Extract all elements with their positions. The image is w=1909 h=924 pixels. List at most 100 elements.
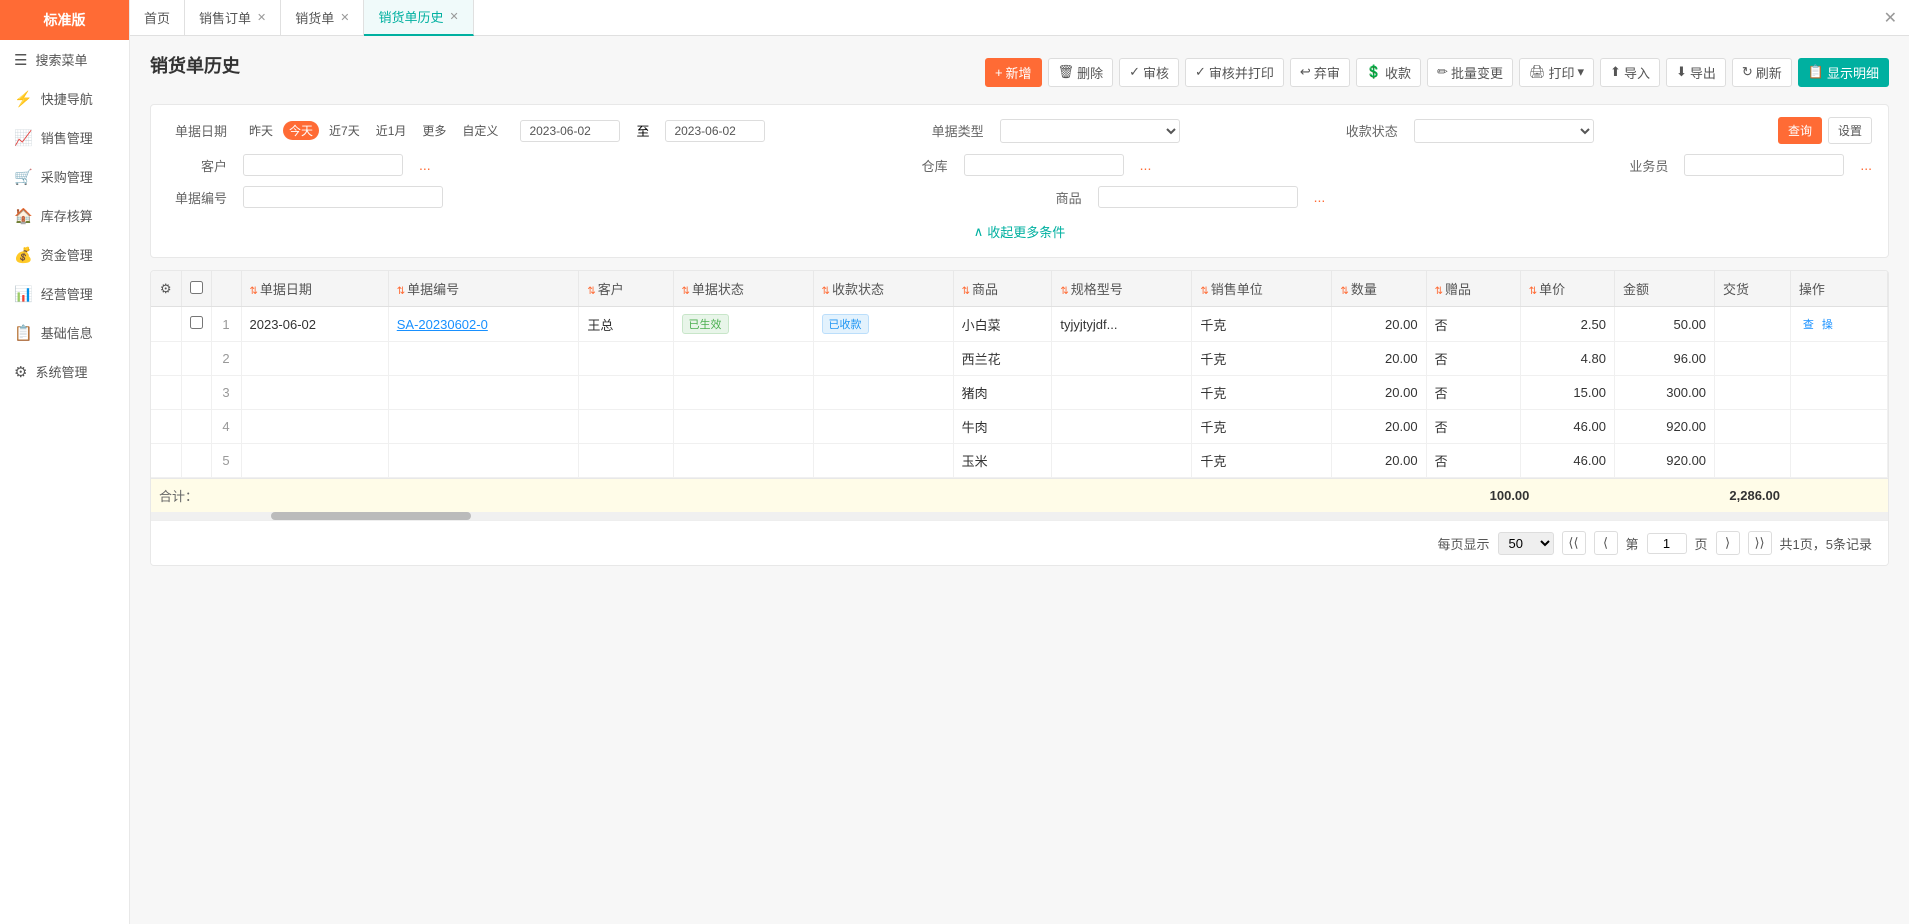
- export-button[interactable]: ⬇ 导出: [1666, 58, 1726, 87]
- tab-sales-goods[interactable]: 销货单 ✕: [281, 0, 364, 36]
- cell-doc-no: SA-20230602-0: [388, 307, 579, 342]
- shortcut-1month[interactable]: 近1月: [370, 121, 413, 140]
- cell-unit: 千克: [1192, 342, 1332, 376]
- cell-amount: 300.00: [1614, 376, 1714, 410]
- cell-spec: [1052, 342, 1192, 376]
- shortcut-custom[interactable]: 自定义: [456, 121, 504, 140]
- cell-goods: 玉米: [953, 444, 1052, 478]
- scrollbar-thumb[interactable]: [271, 512, 471, 520]
- doc-type-select[interactable]: [1000, 119, 1180, 143]
- import-icon: ⬆: [1610, 64, 1621, 80]
- next-page-btn[interactable]: ⟩: [1716, 531, 1740, 555]
- sidebar-item-quick-nav[interactable]: ⚡ 快捷导航: [0, 79, 129, 118]
- settings-button[interactable]: 设置: [1828, 117, 1872, 144]
- abandon-button[interactable]: ↩ 弃审: [1290, 58, 1350, 87]
- doc-type-label: 单据类型: [924, 121, 984, 140]
- cell-checkbox: [181, 444, 211, 478]
- th-doc-no[interactable]: ⇅单据编号: [388, 271, 579, 307]
- tab-sales-order[interactable]: 销售订单 ✕: [185, 0, 281, 36]
- sidebar-logo: 标准版: [0, 0, 129, 40]
- row-checkbox[interactable]: [190, 316, 203, 329]
- shortcut-7days[interactable]: 近7天: [323, 121, 366, 140]
- sidebar-item-sales-mgmt[interactable]: 📈 销售管理: [0, 118, 129, 157]
- cell-doc-status: [673, 376, 813, 410]
- tab-bar-close[interactable]: ✕: [1872, 8, 1909, 28]
- sidebar-item-ops-mgmt[interactable]: 📊 经营管理: [0, 274, 129, 313]
- batch-change-label: 批量变更: [1451, 63, 1503, 82]
- th-unit[interactable]: ⇅销售单位: [1192, 271, 1332, 307]
- add-icon: +: [995, 65, 1003, 80]
- cell-payment-status: [813, 376, 953, 410]
- date-to-input[interactable]: [665, 120, 765, 142]
- cell-no: 2: [211, 342, 241, 376]
- view-action[interactable]: 查: [1799, 318, 1818, 332]
- shortcut-today[interactable]: 今天: [283, 121, 319, 140]
- shortcut-more[interactable]: 更多: [416, 121, 452, 140]
- sidebar-item-inventory[interactable]: 🏠 库存核算: [0, 196, 129, 235]
- th-amount[interactable]: 金额: [1614, 271, 1714, 307]
- collapse-button[interactable]: ∧ 收起更多条件: [970, 218, 1070, 245]
- add-button[interactable]: + 新增: [985, 58, 1042, 87]
- tab-sales-history[interactable]: 销货单历史 ✕: [364, 0, 473, 36]
- audit-button[interactable]: ✓ 审核: [1119, 58, 1179, 87]
- gear-icon[interactable]: ⚙: [160, 281, 172, 296]
- shortcut-yesterday[interactable]: 昨天: [243, 121, 279, 140]
- tab-home[interactable]: 首页: [130, 0, 185, 36]
- sidebar-item-basic-info[interactable]: 📋 基础信息: [0, 313, 129, 352]
- sidebar-item-finance-mgmt[interactable]: 💰 资金管理: [0, 235, 129, 274]
- th-payment-status[interactable]: ⇅收款状态: [813, 271, 953, 307]
- refresh-button[interactable]: ↻ 刷新: [1732, 58, 1792, 87]
- th-spec[interactable]: ⇅规格型号: [1052, 271, 1192, 307]
- tab-sales-history-close[interactable]: ✕: [450, 10, 459, 23]
- show-detail-button[interactable]: 📋 显示明细: [1798, 58, 1889, 87]
- sys-mgmt-icon: ⚙: [14, 363, 27, 381]
- th-doc-status[interactable]: ⇅单据状态: [673, 271, 813, 307]
- salesman-ellipsis[interactable]: ...: [1860, 157, 1872, 173]
- batch-change-button[interactable]: ✏ 批量变更: [1427, 58, 1513, 87]
- collect-button[interactable]: 💲 收款: [1356, 58, 1421, 87]
- page-number-input[interactable]: [1647, 533, 1687, 554]
- th-goods[interactable]: ⇅商品: [953, 271, 1052, 307]
- sidebar-item-purchase-mgmt[interactable]: 🛒 采购管理: [0, 157, 129, 196]
- cell-customer: [579, 376, 673, 410]
- cell-unit-price: 46.00: [1520, 444, 1614, 478]
- import-button[interactable]: ⬆ 导入: [1600, 58, 1660, 87]
- prev-page-btn[interactable]: ⟨: [1594, 531, 1618, 555]
- last-page-btn[interactable]: ⟩⟩: [1748, 531, 1772, 555]
- audit-print-button[interactable]: ✓ 审核并打印: [1185, 58, 1284, 87]
- warehouse-input[interactable]: [964, 154, 1124, 176]
- cell-gift: 否: [1426, 342, 1520, 376]
- horizontal-scrollbar[interactable]: [151, 512, 1888, 520]
- th-qty[interactable]: ⇅数量: [1332, 271, 1426, 307]
- tab-sales-goods-close[interactable]: ✕: [340, 11, 349, 24]
- quick-nav-icon: ⚡: [14, 90, 33, 108]
- customer-ellipsis[interactable]: ...: [419, 157, 431, 173]
- doc-no-link[interactable]: SA-20230602-0: [397, 317, 488, 332]
- warehouse-ellipsis[interactable]: ...: [1140, 157, 1152, 173]
- customer-input[interactable]: [243, 154, 403, 176]
- th-trade[interactable]: 交货: [1715, 271, 1791, 307]
- th-unit-price[interactable]: ⇅单价: [1520, 271, 1614, 307]
- doc-no-input[interactable]: [243, 186, 443, 208]
- th-gift[interactable]: ⇅赠品: [1426, 271, 1520, 307]
- date-from-input[interactable]: [520, 120, 620, 142]
- per-page-select[interactable]: 50 100 200: [1498, 532, 1554, 555]
- more-action[interactable]: 操: [1818, 318, 1837, 332]
- collapse-row: ∧ 收起更多条件: [167, 218, 1872, 245]
- cell-goods: 猪肉: [953, 376, 1052, 410]
- sidebar-item-search-menu[interactable]: ☰ 搜索菜单: [0, 40, 129, 79]
- tab-sales-order-close[interactable]: ✕: [257, 11, 266, 24]
- salesman-input[interactable]: [1684, 154, 1844, 176]
- select-all-checkbox[interactable]: [190, 281, 203, 294]
- th-date[interactable]: ⇅单据日期: [241, 271, 388, 307]
- delete-button[interactable]: 🗑 删除: [1048, 58, 1114, 87]
- sidebar-item-sys-mgmt[interactable]: ⚙ 系统管理: [0, 352, 129, 391]
- payment-status-select[interactable]: [1414, 119, 1594, 143]
- query-button[interactable]: 查询: [1778, 117, 1822, 144]
- th-customer[interactable]: ⇅客户: [579, 271, 673, 307]
- goods-ellipsis[interactable]: ...: [1314, 189, 1326, 205]
- goods-input[interactable]: [1098, 186, 1298, 208]
- cell-actions: [1790, 342, 1887, 376]
- first-page-btn[interactable]: ⟨⟨: [1562, 531, 1586, 555]
- print-button[interactable]: 🖨 打印 ▾: [1519, 58, 1594, 87]
